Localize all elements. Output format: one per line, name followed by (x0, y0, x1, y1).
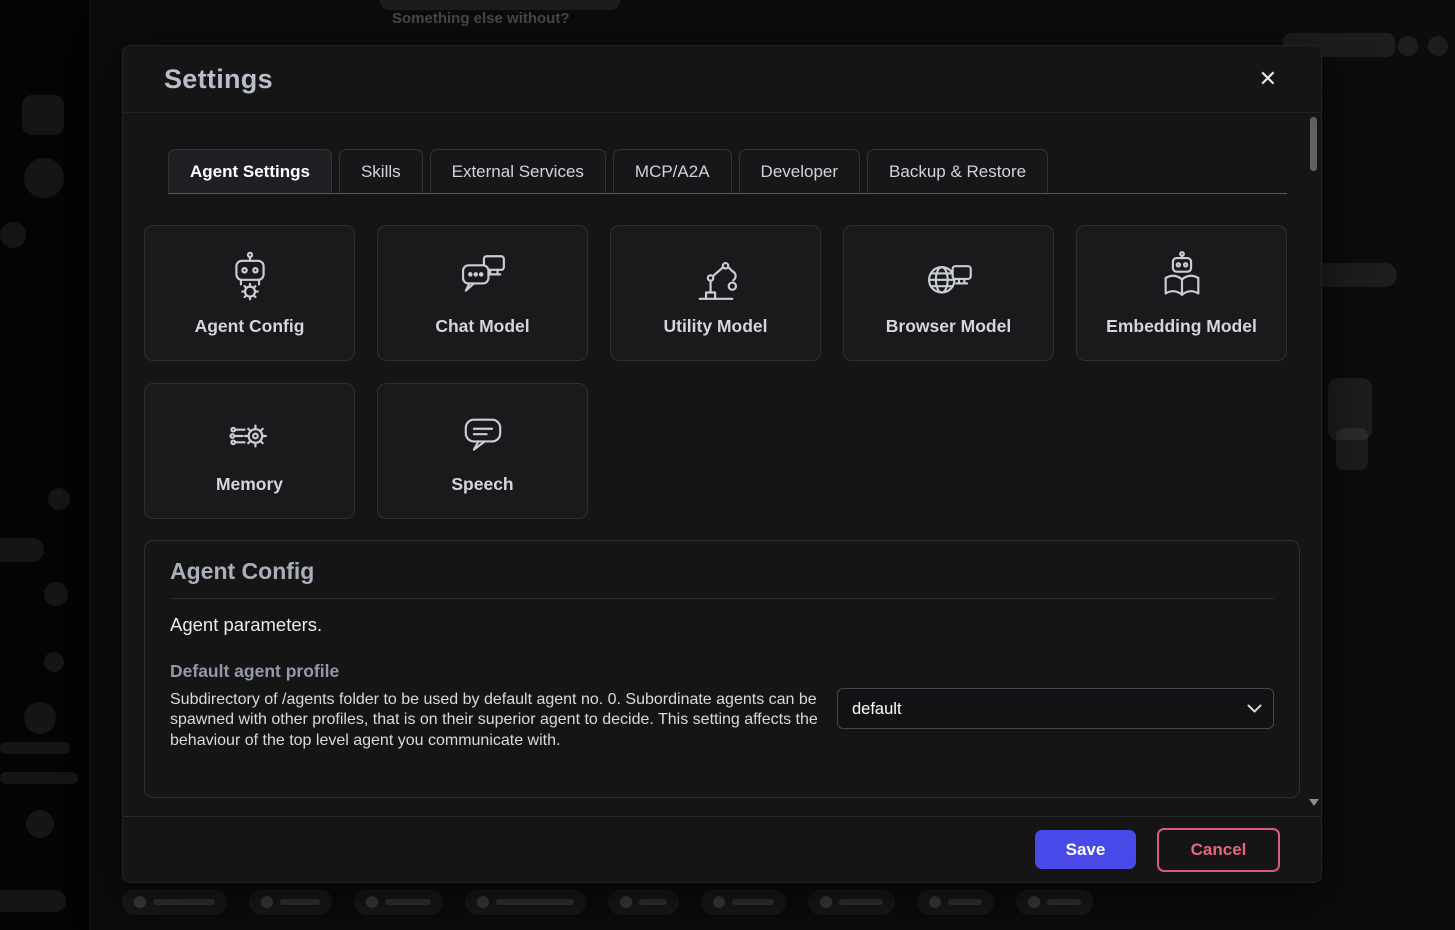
field-default-agent-profile: Default agent profile Subdirectory of /a… (170, 661, 1274, 751)
field-description: Subdirectory of /agents folder to be use… (170, 690, 825, 751)
dimmed-pill (354, 889, 443, 915)
field-info: Default agent profile Subdirectory of /a… (170, 661, 825, 751)
chat-monitor-icon (454, 249, 512, 307)
dimmed-pill (608, 889, 679, 915)
background-chat-bubble (380, 0, 620, 10)
background-toolbar (122, 889, 1093, 915)
modal-body: Agent Settings Skills External Services … (123, 113, 1321, 816)
dimmed-pill (917, 889, 994, 915)
nav-card-browser-model[interactable]: Browser Model (843, 225, 1054, 361)
globe-monitor-icon (920, 249, 978, 307)
tab-backup-restore[interactable]: Backup & Restore (867, 149, 1048, 193)
modal-title: Settings (164, 64, 273, 95)
tab-mcp-a2a[interactable]: MCP/A2A (613, 149, 732, 193)
modal-scrollbar[interactable] (1308, 117, 1318, 812)
nav-card-label: Chat Model (435, 316, 529, 337)
dimmed-pill (249, 889, 332, 915)
scrollbar-down-arrow-icon[interactable] (1309, 799, 1319, 806)
dimmed-pill (1016, 889, 1093, 915)
modal-footer: Save Cancel (123, 816, 1321, 882)
nav-card-speech[interactable]: Speech (377, 383, 588, 519)
tab-agent-settings[interactable]: Agent Settings (168, 149, 332, 193)
nav-card-label: Memory (216, 474, 283, 495)
nav-card-label: Utility Model (663, 316, 767, 337)
default-agent-profile-select[interactable]: default (837, 688, 1274, 729)
background-sidebar (0, 0, 90, 930)
section-title: Agent Config (170, 558, 1274, 585)
field-control: default (837, 661, 1274, 751)
settings-modal: Settings ✕ Agent Settings Skills Externa… (122, 45, 1322, 883)
cancel-button[interactable]: Cancel (1157, 828, 1280, 872)
agent-config-section: Agent Config Agent parameters. Default a… (144, 540, 1300, 798)
tab-developer[interactable]: Developer (739, 149, 861, 193)
close-icon: ✕ (1259, 66, 1277, 91)
scrollbar-thumb[interactable] (1310, 117, 1317, 171)
nav-card-embedding-model[interactable]: Embedding Model (1076, 225, 1287, 361)
nav-card-label: Browser Model (886, 316, 1011, 337)
robot-arm-icon (687, 249, 745, 307)
section-subtitle: Agent parameters. (170, 614, 1274, 636)
save-button[interactable]: Save (1035, 830, 1136, 869)
tab-bar: Agent Settings Skills External Services … (168, 149, 1287, 194)
dimmed-pill (465, 889, 586, 915)
tab-external-services[interactable]: External Services (430, 149, 606, 193)
close-button[interactable]: ✕ (1253, 64, 1283, 94)
dimmed-pill (122, 889, 227, 915)
nav-card-memory[interactable]: Memory (144, 383, 355, 519)
nav-card-utility-model[interactable]: Utility Model (610, 225, 821, 361)
nav-card-label: Agent Config (195, 316, 305, 337)
nav-card-chat-model[interactable]: Chat Model (377, 225, 588, 361)
field-label: Default agent profile (170, 661, 825, 682)
speech-bubble-icon (454, 407, 512, 465)
nav-card-label: Speech (451, 474, 513, 495)
circuit-gear-icon (221, 407, 279, 465)
modal-header: Settings ✕ (123, 46, 1321, 113)
robot-book-icon (1153, 249, 1211, 307)
dimmed-pill (808, 889, 895, 915)
tab-skills[interactable]: Skills (339, 149, 423, 193)
nav-card-label: Embedding Model (1106, 316, 1257, 337)
dimmed-pill (701, 889, 786, 915)
background-chat-message: Something else without? (392, 10, 570, 27)
section-divider (170, 598, 1274, 599)
nav-card-agent-config[interactable]: Agent Config (144, 225, 355, 361)
settings-nav-cards: Agent Config Chat Model (144, 225, 1300, 519)
robot-head-icon (221, 249, 279, 307)
